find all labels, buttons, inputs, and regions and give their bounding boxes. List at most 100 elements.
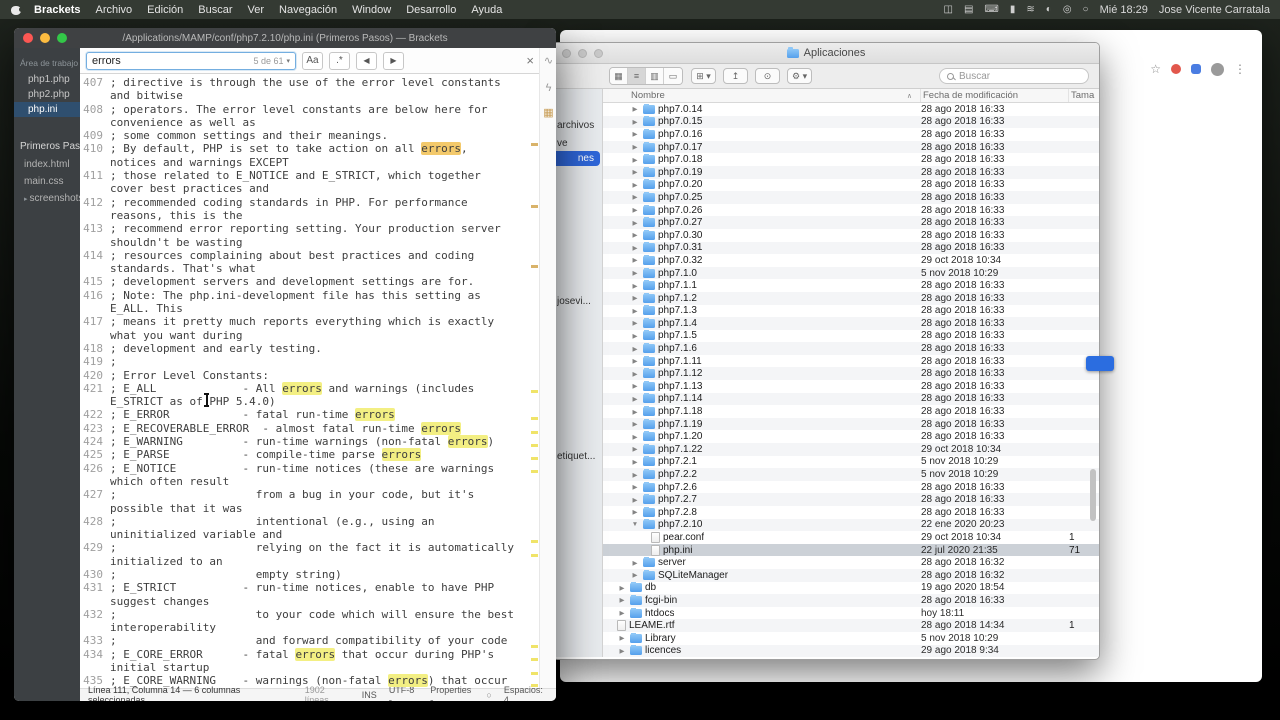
disclosure-closed-icon[interactable]: ▶: [630, 357, 640, 365]
battery-icon[interactable]: ▮: [1010, 4, 1016, 15]
menubar-clock[interactable]: Mié 18:29: [1100, 4, 1148, 16]
screen-mirroring-icon[interactable]: ◫: [944, 4, 953, 15]
code-line[interactable]: 415 ; development servers and development…: [80, 275, 556, 288]
menu-item-edición[interactable]: Edición: [147, 4, 183, 16]
code-line[interactable]: 411 ; those related to E_NOTICE and E_STR…: [80, 169, 556, 196]
disclosure-closed-icon[interactable]: ▶: [617, 596, 627, 604]
disclosure-closed-icon[interactable]: ▶: [630, 168, 640, 176]
menu-item-archivo[interactable]: Archivo: [95, 4, 132, 16]
finder-row[interactable]: ▶ php7.0.20 28 ago 2018 16:33: [603, 179, 1099, 192]
spotlight-icon[interactable]: ○: [1083, 4, 1089, 15]
finder-row[interactable]: ▶ php7.0.17 28 ago 2018 16:33: [603, 140, 1099, 154]
code-line[interactable]: 416 ; Note: The php.ini-development file …: [80, 289, 556, 316]
disclosure-closed-icon[interactable]: ▶: [630, 156, 640, 164]
code-line[interactable]: 418 ; development and early testing.: [80, 342, 556, 355]
find-input[interactable]: errors 5 de 61 ▾: [86, 51, 296, 70]
find-close-button[interactable]: ×: [526, 53, 534, 68]
menu-item-window[interactable]: Window: [352, 4, 391, 16]
code-line[interactable]: 428 ; intentional (e.g., using an uniniti…: [80, 515, 556, 542]
finder-row[interactable]: ▶ php7.1.11 28 ago 2018 16:33: [603, 355, 1099, 368]
disclosure-closed-icon[interactable]: ▶: [630, 244, 640, 252]
finder-row[interactable]: ▶ php7.0.15 28 ago 2018 16:33: [603, 115, 1099, 129]
menu-item-brackets[interactable]: Brackets: [34, 4, 80, 16]
disclosure-closed-icon[interactable]: ▶: [617, 647, 627, 655]
finder-row[interactable]: ▶ php7.0.27 28 ago 2018 16:33: [603, 216, 1099, 229]
code-line[interactable]: 410 ; By default, PHP is set to take acti…: [80, 142, 556, 169]
disclosure-closed-icon[interactable]: ▶: [617, 584, 627, 592]
disclosure-closed-icon[interactable]: ▶: [630, 269, 640, 277]
disclosure-closed-icon[interactable]: ▶: [630, 307, 640, 315]
zoom-window-button[interactable]: [57, 33, 67, 43]
code-line[interactable]: 430 ; empty string): [80, 568, 556, 581]
finder-row[interactable]: ▶ php7.2.1 5 nov 2018 10:29: [603, 456, 1099, 469]
menu-item-desarrollo[interactable]: Desarrollo: [406, 4, 456, 16]
code-line[interactable]: 435 ; E_CORE_WARNING - warnings (non-fata…: [80, 674, 556, 688]
finder-titlebar[interactable]: Aplicaciones: [553, 43, 1099, 64]
finder-row[interactable]: ▶ php7.1.1 28 ago 2018 16:33: [603, 279, 1099, 292]
disclosure-closed-icon[interactable]: ▶: [630, 483, 640, 491]
finder-row[interactable]: ▶ php7.1.12 28 ago 2018 16:33: [603, 367, 1099, 381]
code-line[interactable]: 424 ; E_WARNING - run-time warnings (non-…: [80, 435, 556, 449]
disclosure-closed-icon[interactable]: ▶: [630, 319, 640, 327]
find-next-button[interactable]: ▶: [383, 51, 404, 70]
menu-item-ayuda[interactable]: Ayuda: [471, 4, 502, 16]
finder-row[interactable]: ▶ php7.1.19 28 ago 2018 16:33: [603, 417, 1099, 431]
volume-icon[interactable]: ◐: [1046, 4, 1052, 15]
project-file-main.css[interactable]: main.css: [14, 173, 80, 190]
finder-row[interactable]: ▶ db 19 ago 2020 18:54: [603, 582, 1099, 595]
disclosure-closed-icon[interactable]: ▶: [630, 471, 640, 479]
browser-menu-icon[interactable]: ⋮: [1234, 62, 1246, 76]
project-file-screenshots[interactable]: ▸ screenshots: [14, 190, 80, 207]
disclosure-closed-icon[interactable]: ▶: [617, 634, 627, 642]
project-file-index.html[interactable]: index.html: [14, 156, 80, 173]
folder-disclosure-icon[interactable]: ▸: [24, 196, 28, 203]
finder-row[interactable]: ▶ php7.0.25 28 ago 2018 16:33: [603, 191, 1099, 204]
finder-row[interactable]: ▶ php7.0.30 28 ago 2018 16:33: [603, 229, 1099, 242]
finder-row[interactable]: ▶ php7.0.19 28 ago 2018 16:33: [603, 165, 1099, 179]
editor-scrollbar-track[interactable]: [531, 74, 539, 688]
code-line[interactable]: 414 ; resources complaining about best pr…: [80, 249, 556, 276]
column-header-date[interactable]: Fecha de modificación: [921, 89, 1069, 102]
disclosure-closed-icon[interactable]: ▶: [630, 181, 640, 189]
menubar-user[interactable]: Jose Vicente Carratala: [1159, 4, 1270, 16]
disclosure-closed-icon[interactable]: ▶: [630, 256, 640, 264]
disclosure-closed-icon[interactable]: ▶: [630, 408, 640, 416]
code-line[interactable]: 422 ; E_ERROR - fatal run-time errors: [80, 408, 556, 422]
close-window-button[interactable]: [23, 33, 33, 43]
finder-row[interactable]: ▶ php7.1.3 28 ago 2018 16:33: [603, 305, 1099, 318]
finder-row[interactable]: ▶ php7.1.0 5 nov 2018 10:29: [603, 266, 1099, 280]
keyboard-icon[interactable]: ⌨: [984, 4, 998, 15]
zoom-window-button[interactable]: [594, 49, 603, 58]
bluetooth-icon[interactable]: ◎: [1063, 4, 1072, 15]
close-window-button[interactable]: [562, 49, 571, 58]
code-line[interactable]: 434 ; E_CORE_ERROR - fatal errors that oc…: [80, 647, 556, 675]
overwrite-toggle[interactable]: INS: [362, 690, 377, 700]
sidebar-item-fragment[interactable]: nes: [553, 151, 600, 166]
action-button[interactable]: ⚙ ▾: [787, 68, 813, 84]
lint-status-icon[interactable]: ○: [486, 690, 491, 700]
working-file-php.ini[interactable]: php.ini: [14, 102, 80, 117]
chevron-down-icon[interactable]: ▾: [286, 57, 290, 65]
finder-row[interactable]: ▶ php7.1.4 28 ago 2018 16:33: [603, 317, 1099, 330]
icon-view-button[interactable]: ▦: [610, 68, 628, 84]
disclosure-closed-icon[interactable]: ▶: [630, 382, 640, 390]
code-line[interactable]: 408 ; operators. The error level constant…: [80, 103, 556, 130]
finder-row[interactable]: ▶ php7.2.6 28 ago 2018 16:33: [603, 481, 1099, 494]
finder-row[interactable]: ▶ php7.0.32 29 oct 2018 10:34: [603, 254, 1099, 267]
finder-row[interactable]: LEAME.rtf 28 ago 2018 14:34 1: [603, 619, 1099, 632]
find-previous-button[interactable]: ◀: [356, 51, 377, 70]
disclosure-closed-icon[interactable]: ▶: [630, 105, 640, 113]
finder-row[interactable]: ▶ php7.1.22 29 oct 2018 10:34: [603, 443, 1099, 456]
menu-item-buscar[interactable]: Buscar: [198, 4, 232, 16]
disclosure-closed-icon[interactable]: ▶: [630, 433, 640, 441]
health-report-icon[interactable]: ∿: [540, 54, 556, 67]
code-line[interactable]: 431 ; E_STRICT - run-time notices, enable…: [80, 581, 556, 608]
finder-row[interactable]: ▶ fcgi-bin 28 ago 2018 16:33: [603, 594, 1099, 607]
finder-row[interactable]: pear.conf 29 oct 2018 10:34 1: [603, 531, 1099, 544]
finder-row[interactable]: ▶ php7.0.18 28 ago 2018 16:33: [603, 153, 1099, 166]
menu-item-navegación[interactable]: Navegación: [279, 4, 337, 16]
regex-button[interactable]: .*: [329, 51, 350, 70]
wifi-icon[interactable]: ≋: [1026, 4, 1034, 15]
sidebar-item-fragment[interactable]: archivos: [557, 120, 600, 131]
finder-row[interactable]: ▶ php7.2.8 28 ago 2018 16:33: [603, 506, 1099, 519]
